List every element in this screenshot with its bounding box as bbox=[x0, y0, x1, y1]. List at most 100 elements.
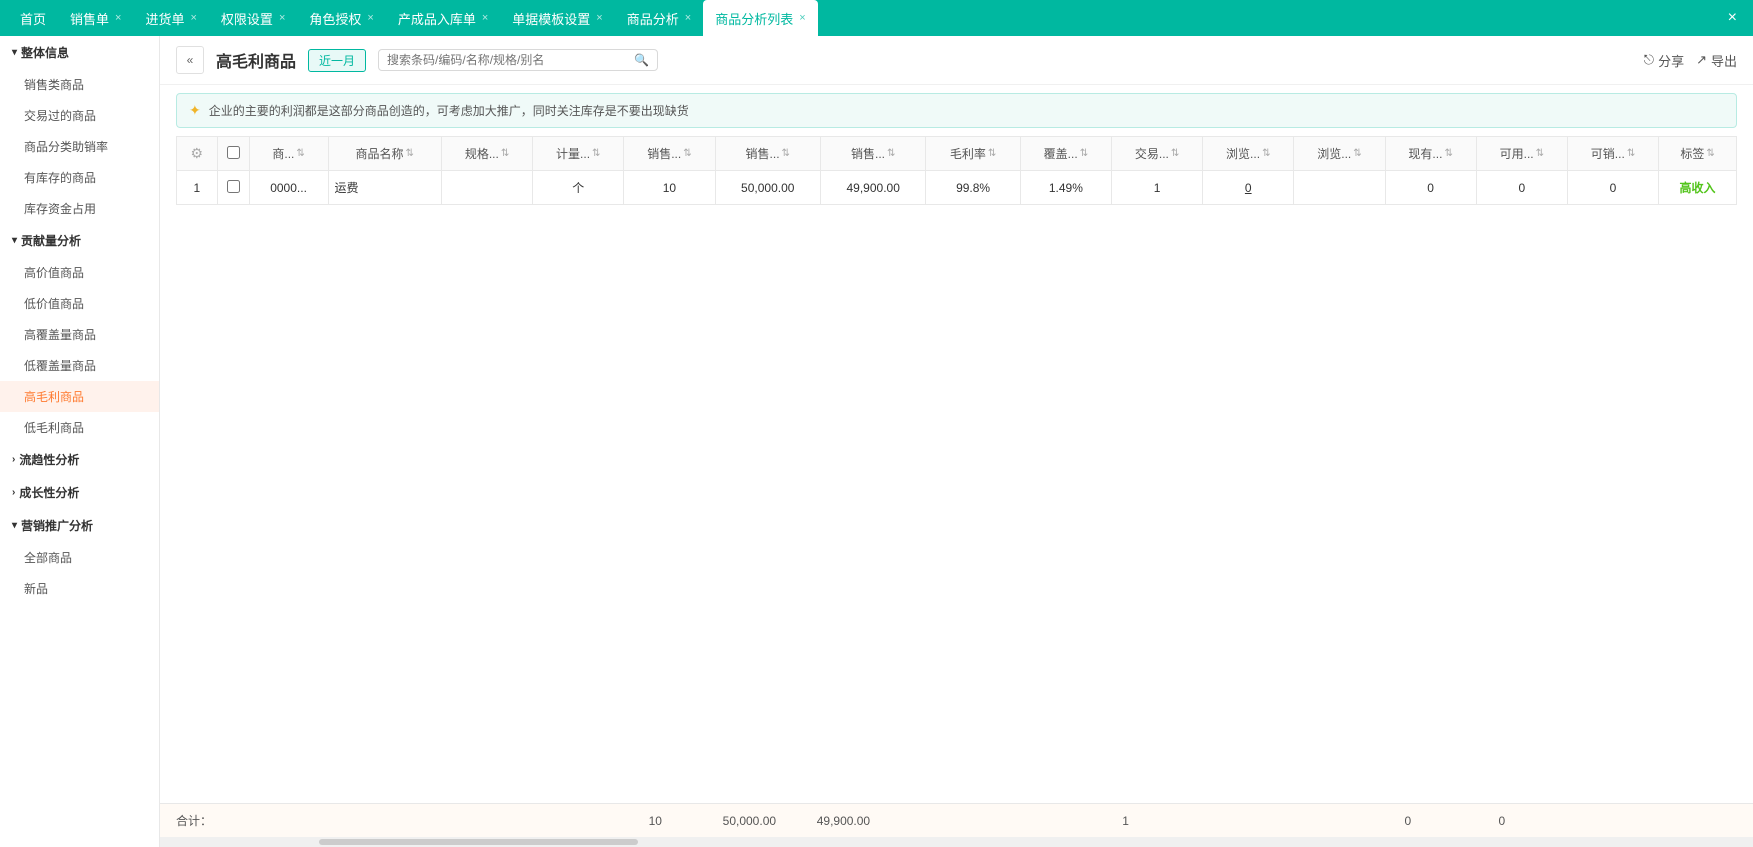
cell-sales-profit: 49,900.00 bbox=[820, 171, 925, 205]
sidebar-group-growth[interactable]: › 成长性分析 bbox=[0, 476, 159, 509]
footer-spacer2 bbox=[326, 814, 420, 828]
sidebar-item-category-rate[interactable]: 商品分类助销率 bbox=[0, 131, 159, 162]
tab-home[interactable]: 首页 bbox=[8, 0, 58, 36]
close-icon[interactable]: × bbox=[279, 12, 285, 24]
export-icon: ↗ bbox=[1696, 52, 1707, 68]
footer-spacer10 bbox=[1643, 814, 1737, 828]
filter-period-button[interactable]: 近一月 bbox=[308, 49, 366, 72]
cell-browse2 bbox=[1294, 171, 1385, 205]
sidebar-item-low-coverage[interactable]: 低覆盖量商品 bbox=[0, 350, 159, 381]
table-footer: 合计： 10 50,000.00 49,900.00 1 0 0 bbox=[160, 803, 1753, 837]
th-gross-rate[interactable]: 毛利率 ⇅ bbox=[926, 137, 1020, 171]
cell-name[interactable]: 运费 bbox=[328, 171, 441, 205]
footer-current: 0 bbox=[1361, 814, 1455, 828]
window-close-button[interactable]: × bbox=[1720, 9, 1745, 27]
sort-icon: ⇅ bbox=[988, 148, 996, 159]
sidebar-item-low-margin[interactable]: 低毛利商品 bbox=[0, 412, 159, 443]
th-tag[interactable]: 标签 ⇅ bbox=[1659, 137, 1737, 171]
th-spec[interactable]: 规格... ⇅ bbox=[441, 137, 532, 171]
search-box[interactable]: 🔍 bbox=[378, 49, 658, 71]
th-transaction[interactable]: 交易... ⇅ bbox=[1111, 137, 1202, 171]
th-sales-qty[interactable]: 销售... ⇅ bbox=[624, 137, 715, 171]
th-current[interactable]: 现有... ⇅ bbox=[1385, 137, 1476, 171]
th-browse1[interactable]: 浏览... ⇅ bbox=[1203, 137, 1294, 171]
export-button[interactable]: ↗ 导出 bbox=[1696, 51, 1737, 70]
tab-permission-settings[interactable]: 权限设置 × bbox=[209, 0, 297, 36]
footer-sales-qty: 10 bbox=[608, 814, 702, 828]
sidebar-item-stock-capital[interactable]: 库存资金占用 bbox=[0, 193, 159, 224]
sidebar-item-high-margin[interactable]: 高毛利商品 bbox=[0, 381, 159, 412]
cell-available: 0 bbox=[1476, 171, 1567, 205]
chevron-down-icon: ▾ bbox=[12, 520, 17, 531]
sidebar-group-marketing[interactable]: ▾ 营销推广分析 bbox=[0, 509, 159, 542]
th-sellable[interactable]: 可销... ⇅ bbox=[1567, 137, 1658, 171]
footer-label: 合计： bbox=[176, 812, 212, 829]
sidebar-item-traded-goods[interactable]: 交易过的商品 bbox=[0, 100, 159, 131]
sort-icon: ⇅ bbox=[1353, 148, 1361, 159]
sort-icon: ⇅ bbox=[1627, 148, 1635, 159]
footer-cells: 10 50,000.00 49,900.00 1 0 0 bbox=[232, 814, 1737, 828]
scrollbar-thumb[interactable] bbox=[319, 839, 638, 845]
tab-product-inbound[interactable]: 产成品入库单 × bbox=[386, 0, 500, 36]
share-button[interactable]: ⎋ 分享 bbox=[1644, 51, 1684, 70]
sidebar-item-new-goods[interactable]: 新品 bbox=[0, 573, 159, 604]
th-checkbox[interactable] bbox=[217, 137, 249, 171]
th-sales-amount[interactable]: 销售... ⇅ bbox=[715, 137, 820, 171]
top-navigation: 首页 销售单 × 进货单 × 权限设置 × 角色授权 × 产成品入库单 × 单据… bbox=[0, 0, 1753, 36]
th-sales-profit[interactable]: 销售... ⇅ bbox=[820, 137, 925, 171]
row-checkbox[interactable] bbox=[227, 180, 240, 193]
th-available[interactable]: 可用... ⇅ bbox=[1476, 137, 1567, 171]
tab-template-settings[interactable]: 单据模板设置 × bbox=[500, 0, 614, 36]
th-coverage[interactable]: 覆盖... ⇅ bbox=[1020, 137, 1111, 171]
footer-sales-profit: 49,900.00 bbox=[796, 814, 890, 828]
table-row[interactable]: 1 0000... 运费 个 10 50,000.00 49,900.00 99… bbox=[177, 171, 1737, 205]
tab-sales-order[interactable]: 销售单 × bbox=[58, 0, 133, 36]
close-icon[interactable]: × bbox=[115, 12, 121, 24]
th-settings[interactable]: ⚙ bbox=[177, 137, 218, 171]
cell-browse1[interactable]: 0 bbox=[1203, 171, 1294, 205]
tab-product-analysis[interactable]: 商品分析 × bbox=[615, 0, 703, 36]
info-banner: ✦ 企业的主要的利润都是这部分商品创造的，可考虑加大推广，同时关注库存是不要出现… bbox=[176, 93, 1737, 128]
sidebar-item-sales-goods[interactable]: 销售类商品 bbox=[0, 69, 159, 100]
sort-icon: ⇅ bbox=[296, 148, 304, 159]
th-unit[interactable]: 计量... ⇅ bbox=[533, 137, 624, 171]
close-icon[interactable]: × bbox=[482, 12, 488, 24]
sidebar-group-overall[interactable]: ▾ 整体信息 bbox=[0, 36, 159, 69]
cell-checkbox[interactable] bbox=[217, 171, 249, 205]
footer-available: 0 bbox=[1455, 814, 1549, 828]
sidebar-item-low-value[interactable]: 低价值商品 bbox=[0, 288, 159, 319]
sort-icon: ⇅ bbox=[1171, 148, 1179, 159]
horizontal-scrollbar[interactable] bbox=[160, 837, 1753, 847]
tab-product-analysis-list[interactable]: 商品分析列表 × bbox=[703, 0, 817, 36]
close-icon[interactable]: × bbox=[596, 12, 602, 24]
gear-icon[interactable]: ⚙ bbox=[191, 145, 204, 161]
select-all-checkbox[interactable] bbox=[227, 146, 240, 159]
sidebar-item-all-goods[interactable]: 全部商品 bbox=[0, 542, 159, 573]
chevron-down-icon: ▾ bbox=[12, 235, 17, 246]
footer-sales-amount: 50,000.00 bbox=[702, 814, 796, 828]
tab-role-auth[interactable]: 角色授权 × bbox=[297, 0, 385, 36]
footer-spacer7 bbox=[1173, 814, 1267, 828]
cell-spec bbox=[441, 171, 532, 205]
sidebar-group-trend[interactable]: › 流趋性分析 bbox=[0, 443, 159, 476]
cell-gross-rate: 99.8% bbox=[926, 171, 1020, 205]
search-icon[interactable]: 🔍 bbox=[634, 53, 649, 67]
tab-purchase-order[interactable]: 进货单 × bbox=[133, 0, 208, 36]
cell-code: 0000... bbox=[249, 171, 328, 205]
close-icon[interactable]: × bbox=[799, 12, 805, 24]
sidebar-group-contribution[interactable]: ▾ 贡献量分析 bbox=[0, 224, 159, 257]
sidebar-item-high-value[interactable]: 高价值商品 bbox=[0, 257, 159, 288]
page-title: 高毛利商品 bbox=[216, 48, 296, 72]
close-icon[interactable]: × bbox=[190, 12, 196, 24]
sidebar-item-high-coverage[interactable]: 高覆盖量商品 bbox=[0, 319, 159, 350]
sidebar-collapse-button[interactable]: « bbox=[176, 46, 204, 74]
th-code[interactable]: 商... ⇅ bbox=[249, 137, 328, 171]
th-name[interactable]: 商品名称 ⇅ bbox=[328, 137, 441, 171]
close-icon[interactable]: × bbox=[367, 12, 373, 24]
sidebar-item-in-stock[interactable]: 有库存的商品 bbox=[0, 162, 159, 193]
search-input[interactable] bbox=[387, 53, 628, 67]
close-icon[interactable]: × bbox=[685, 12, 691, 24]
th-browse2[interactable]: 浏览... ⇅ bbox=[1294, 137, 1385, 171]
table-container[interactable]: ⚙ 商... ⇅ 商品名称 bbox=[160, 136, 1753, 803]
sort-icon: ⇅ bbox=[1706, 148, 1714, 159]
